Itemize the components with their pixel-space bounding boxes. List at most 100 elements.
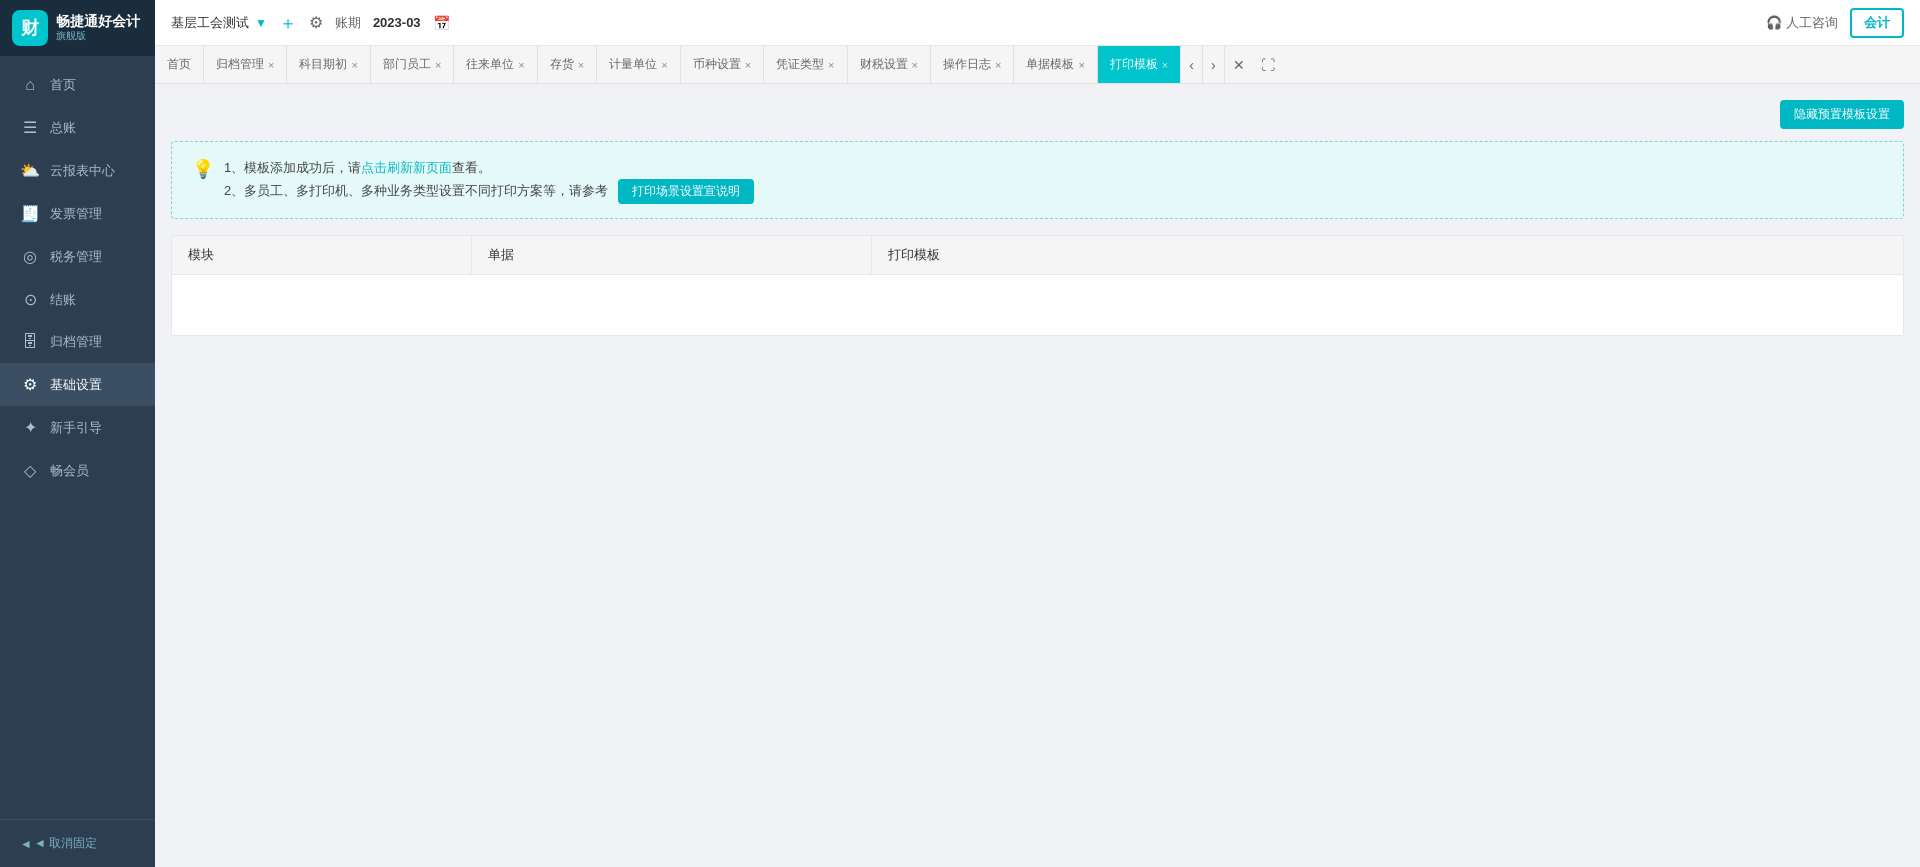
content-area: 隐藏预置模板设置 💡 1、模板添加成功后，请点击刷新新页面查看。 2、多员工、多… <box>155 84 1920 867</box>
sidebar-item-checkout[interactable]: ⊙ 结账 <box>0 278 155 321</box>
tab-currency-label: 币种设置 <box>693 56 741 73</box>
company-name: 基层工会测试 <box>171 14 249 32</box>
tab-archive[interactable]: 归档管理 × <box>204 46 287 84</box>
tab-close-icon[interactable]: × <box>661 59 667 71</box>
add-company-button[interactable]: ＋ <box>279 11 297 35</box>
sidebar-item-guide[interactable]: ✦ 新手引导 <box>0 406 155 449</box>
calendar-icon[interactable]: 📅 <box>433 15 450 31</box>
info-text-block: 1、模板添加成功后，请点击刷新新页面查看。 2、多员工、多打印机、多种业务类型设… <box>224 156 754 204</box>
tab-close-icon[interactable]: × <box>745 59 751 71</box>
sidebar-item-label: 归档管理 <box>50 333 102 351</box>
sidebar-item-label: 畅会员 <box>50 462 89 480</box>
info-line1: 1、模板添加成功后，请点击刷新新页面查看。 <box>224 156 754 179</box>
tab-operation-log[interactable]: 操作日志 × <box>931 46 1014 84</box>
company-selector[interactable]: 基层工会测试 ▼ <box>171 14 267 32</box>
guide-icon: ✦ <box>20 418 40 437</box>
sidebar-item-reports[interactable]: ⛅ 云报表中心 <box>0 149 155 192</box>
tab-home[interactable]: 首页 <box>155 46 204 84</box>
sidebar-pin-toggle[interactable]: ◄ ◄ 取消固定 <box>0 819 155 867</box>
tab-currency[interactable]: 币种设置 × <box>681 46 764 84</box>
info-line2: 2、多员工、多打印机、多种业务类型设置不同打印方案等，请参考 打印场景设置宣说明 <box>224 179 754 204</box>
sidebar-nav: ⌂ 首页 ☰ 总账 ⛅ 云报表中心 🧾 发票管理 ◎ 税务管理 ⊙ 结账 🗄 归… <box>0 56 155 819</box>
tab-unit[interactable]: 计量单位 × <box>597 46 680 84</box>
tab-prev-button[interactable]: ‹ <box>1181 46 1203 84</box>
tab-next-button[interactable]: › <box>1203 46 1225 84</box>
print-scene-button[interactable]: 打印场景设置宣说明 <box>618 179 754 204</box>
service-label: 人工咨询 <box>1786 14 1838 32</box>
tab-close-icon[interactable]: × <box>578 59 584 71</box>
headset-icon: 🎧 <box>1766 15 1782 30</box>
app-edition: 旗舰版 <box>56 29 140 43</box>
sidebar-item-home[interactable]: ⌂ 首页 <box>0 64 155 106</box>
sidebar-item-label: 总账 <box>50 119 76 137</box>
tab-department-label: 部门员工 <box>383 56 431 73</box>
company-settings-icon[interactable]: ⚙ <box>309 13 323 32</box>
tab-close-icon[interactable]: × <box>518 59 524 71</box>
tab-close-icon[interactable]: × <box>1078 59 1084 71</box>
ledger-icon: ☰ <box>20 118 40 137</box>
settings-icon: ⚙ <box>20 375 40 394</box>
sidebar-item-ledger[interactable]: ☰ 总账 <box>0 106 155 149</box>
kuaiji-button[interactable]: 会计 <box>1850 8 1904 38</box>
tab-close-icon[interactable]: × <box>435 59 441 71</box>
tab-subject-init[interactable]: 科目期初 × <box>287 46 370 84</box>
dropdown-arrow-icon: ▼ <box>255 16 267 30</box>
tab-department[interactable]: 部门员工 × <box>371 46 454 84</box>
table-body <box>172 275 1903 335</box>
tab-partner[interactable]: 往来单位 × <box>454 46 537 84</box>
sidebar-item-invoice[interactable]: 🧾 发票管理 <box>0 192 155 235</box>
reports-icon: ⛅ <box>20 161 40 180</box>
pin-label: ◄ 取消固定 <box>34 835 97 852</box>
sidebar-item-label: 税务管理 <box>50 248 102 266</box>
sidebar-item-settings[interactable]: ⚙ 基础设置 <box>0 363 155 406</box>
sidebar-item-member[interactable]: ◇ 畅会员 <box>0 449 155 492</box>
tab-unit-label: 计量单位 <box>609 56 657 73</box>
invoice-icon: 🧾 <box>20 204 40 223</box>
logo-icon: 财 <box>12 10 48 46</box>
sidebar-item-label: 发票管理 <box>50 205 102 223</box>
th-module: 模块 <box>172 236 472 274</box>
info-box-content: 💡 1、模板添加成功后，请点击刷新新页面查看。 2、多员工、多打印机、多种业务类… <box>192 156 1883 204</box>
close-all-tabs-button[interactable]: ✕ <box>1225 46 1253 84</box>
app-logo: 财 畅捷通好会计 旗舰版 <box>0 0 155 56</box>
th-voucher: 单据 <box>472 236 872 274</box>
checkout-icon: ⊙ <box>20 290 40 309</box>
tab-tax-settings[interactable]: 财税设置 × <box>848 46 931 84</box>
chevron-left-icon: ‹ <box>1189 57 1194 73</box>
sidebar-item-label: 结账 <box>50 291 76 309</box>
tab-close-icon[interactable]: × <box>1162 59 1168 71</box>
tab-inventory[interactable]: 存货 × <box>538 46 597 84</box>
tab-home-label: 首页 <box>167 56 191 73</box>
sidebar-item-label: 首页 <box>50 76 76 94</box>
tab-close-icon[interactable]: × <box>268 59 274 71</box>
info-line1-prefix: 1、模板添加成功后，请 <box>224 160 361 175</box>
tab-close-icon[interactable]: × <box>912 59 918 71</box>
archive-icon: 🗄 <box>20 333 40 351</box>
sidebar-item-label: 云报表中心 <box>50 162 115 180</box>
tab-tax-settings-label: 财税设置 <box>860 56 908 73</box>
sidebar-item-tax[interactable]: ◎ 税务管理 <box>0 235 155 278</box>
app-name: 畅捷通好会计 <box>56 13 140 30</box>
header-right: 🎧 人工咨询 会计 <box>1766 8 1904 38</box>
tab-voucher-type[interactable]: 凭证类型 × <box>764 46 847 84</box>
tab-print-template[interactable]: 打印模板 × <box>1098 46 1181 84</box>
tab-inventory-label: 存货 <box>550 56 574 73</box>
kuaiji-label: 会计 <box>1864 15 1890 30</box>
close-all-icon: ✕ <box>1233 57 1245 73</box>
home-icon: ⌂ <box>20 76 40 94</box>
period-value: 2023-03 <box>373 15 421 30</box>
sidebar-item-archive[interactable]: 🗄 归档管理 <box>0 321 155 363</box>
service-button[interactable]: 🎧 人工咨询 <box>1766 14 1838 32</box>
tab-close-icon[interactable]: × <box>995 59 1001 71</box>
tab-voucher-template[interactable]: 单据模板 × <box>1014 46 1097 84</box>
pin-icon: ◄ <box>20 837 32 851</box>
tab-voucher-type-label: 凭证类型 <box>776 56 824 73</box>
hide-template-section: 隐藏预置模板设置 <box>171 100 1904 129</box>
tab-close-icon[interactable]: × <box>828 59 834 71</box>
tab-subject-init-label: 科目期初 <box>299 56 347 73</box>
expand-button[interactable]: ⛶ <box>1253 46 1283 84</box>
tab-close-icon[interactable]: × <box>351 59 357 71</box>
refresh-link[interactable]: 点击刷新新页面 <box>361 160 452 175</box>
hide-template-button[interactable]: 隐藏预置模板设置 <box>1780 100 1904 129</box>
member-icon: ◇ <box>20 461 40 480</box>
